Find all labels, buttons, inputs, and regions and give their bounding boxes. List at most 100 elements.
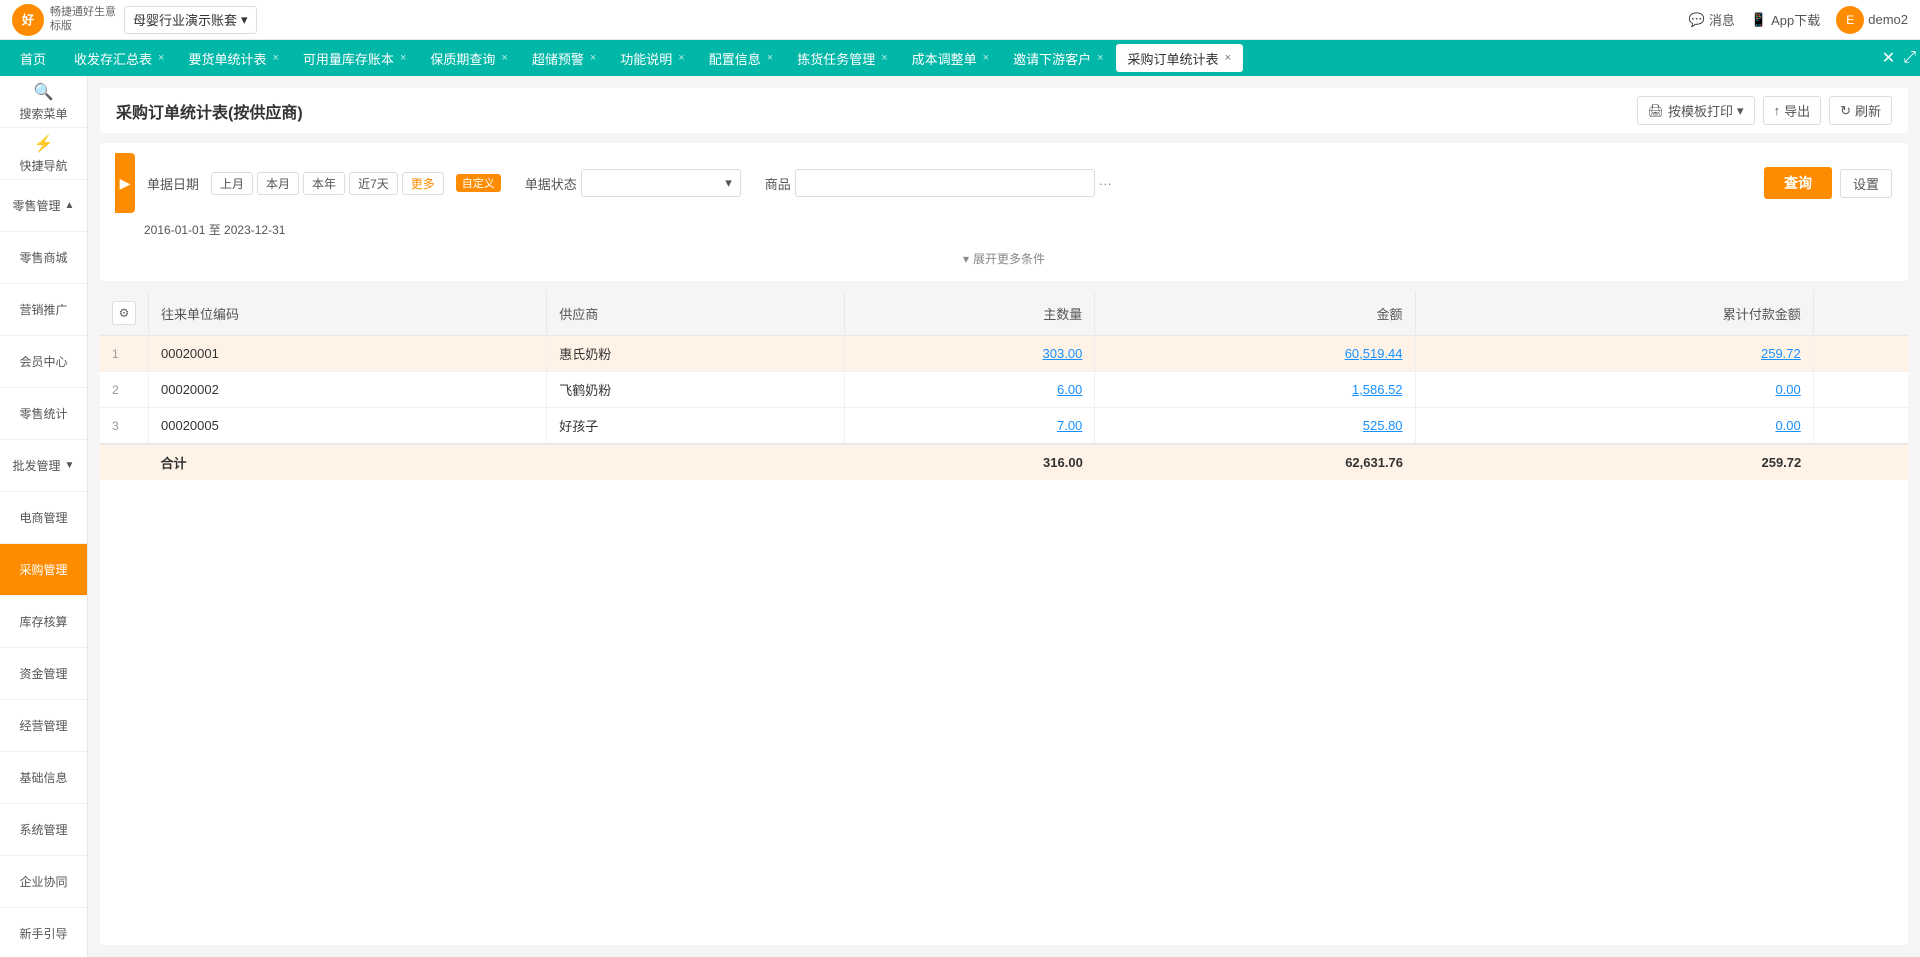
sidebar-item-purchase[interactable]: 采购管理 bbox=[0, 544, 87, 596]
cell-amount: 1,586.52 bbox=[1095, 372, 1415, 408]
print-button[interactable]: 🖨 按模板打印 ▾ bbox=[1637, 96, 1755, 125]
quicknav-icon: ⚡ bbox=[34, 134, 54, 154]
sidebar-item-inventory[interactable]: 库存核算 bbox=[0, 596, 87, 648]
tab-baozhi[interactable]: 保质期查询 × bbox=[418, 44, 519, 72]
tab-paihuorenwu[interactable]: 拣货任务管理 × bbox=[785, 44, 899, 72]
close-icon[interactable]: × bbox=[590, 52, 596, 64]
close-icon[interactable]: × bbox=[501, 52, 507, 64]
table-row: 3 00020005 好孩子 7.00 525.80 0.00 bbox=[100, 408, 1908, 445]
close-icon[interactable]: × bbox=[1097, 52, 1103, 64]
th-paid: 累计付款金额 bbox=[1415, 291, 1813, 336]
download-icon: 📱 bbox=[1751, 12, 1767, 28]
app-download-button[interactable]: 📱 App下载 bbox=[1751, 10, 1820, 29]
goods-more-icon[interactable]: ··· bbox=[1099, 176, 1112, 191]
custom-date-badge[interactable]: 自定义 bbox=[456, 174, 501, 192]
settings-button[interactable]: 设置 bbox=[1840, 169, 1892, 198]
th-unit-code: 往来单位编码 bbox=[149, 291, 547, 336]
query-button[interactable]: 查询 bbox=[1764, 167, 1832, 199]
cell-paid: 0.00 bbox=[1415, 372, 1813, 408]
tab-chaochupre[interactable]: 超储预警 × bbox=[520, 44, 608, 72]
tab-peizhi[interactable]: 配置信息 × bbox=[697, 44, 785, 72]
cell-amount: 525.80 bbox=[1095, 408, 1415, 445]
table-body: 1 00020001 惠氏奶粉 303.00 60,519.44 259.72 … bbox=[100, 336, 1908, 445]
tab-keyong[interactable]: 可用量库存账本 × bbox=[291, 44, 418, 72]
tab-home[interactable]: 首页 bbox=[4, 44, 62, 72]
close-icon[interactable]: × bbox=[272, 52, 278, 64]
sidebar-item-search[interactable]: 🔍 搜索菜单 bbox=[0, 76, 87, 128]
cell-index: 2 bbox=[100, 372, 149, 408]
sidebar-item-basic[interactable]: 基础信息 bbox=[0, 752, 87, 804]
cell-index: 1 bbox=[100, 336, 149, 372]
chevron-down-icon: ▾ bbox=[963, 252, 969, 266]
message-button[interactable]: 💬 消息 bbox=[1689, 10, 1735, 29]
expand-more-button[interactable]: ▾ 展开更多条件 bbox=[116, 246, 1892, 271]
nav-expand-icon[interactable]: ⤢ bbox=[1903, 49, 1916, 67]
tab-yaohuo[interactable]: 要货单统计表 × bbox=[176, 44, 290, 72]
sidebar-item-retail[interactable]: 零售管理 ▲ bbox=[0, 180, 87, 232]
sidebar-item-marketing[interactable]: 营销推广 bbox=[0, 284, 87, 336]
sidebar-item-finance[interactable]: 资金管理 bbox=[0, 648, 87, 700]
sidebar: 🔍 搜索菜单 ⚡ 快捷导航 零售管理 ▲ 零售商城 营销推广 会员中心 零售统计… bbox=[0, 76, 88, 957]
nav-close-icon[interactable]: ✕ bbox=[1882, 48, 1895, 68]
close-icon[interactable]: × bbox=[158, 52, 164, 64]
cell-empty bbox=[1813, 372, 1908, 408]
avatar-icon: E bbox=[1836, 6, 1864, 34]
user-avatar[interactable]: E demo2 bbox=[1836, 6, 1908, 34]
cell-amount: 60,519.44 bbox=[1095, 336, 1415, 372]
sidebar-item-member[interactable]: 会员中心 bbox=[0, 336, 87, 388]
refresh-button[interactable]: ↻ 刷新 bbox=[1829, 96, 1892, 125]
close-icon[interactable]: × bbox=[881, 52, 887, 64]
filter-row-1: ▶ 单据日期 上月 本月 本年 近7天 更多 自定义 单据状态 bbox=[116, 153, 1892, 213]
sidebar-item-wholesale[interactable]: 批发管理 ▼ bbox=[0, 440, 87, 492]
status-filter: 单据状态 ▾ bbox=[525, 169, 741, 197]
chevron-down-icon: ▾ bbox=[1737, 103, 1744, 119]
table-footer: 合计 316.00 62,631.76 259.72 bbox=[100, 444, 1908, 480]
chevron-up-icon: ▲ bbox=[65, 200, 75, 211]
nav-tabs: 首页 收发存汇总表 × 要货单统计表 × 可用量库存账本 × 保质期查询 × 超… bbox=[0, 40, 1920, 76]
close-icon[interactable]: × bbox=[983, 52, 989, 64]
export-button[interactable]: ↑ 导出 bbox=[1763, 96, 1822, 125]
printer-icon: 🖨 bbox=[1648, 103, 1665, 119]
cell-main-qty: 303.00 bbox=[844, 336, 1094, 372]
column-settings-button[interactable]: ⚙ bbox=[112, 301, 136, 325]
sidebar-item-retailstat[interactable]: 零售统计 bbox=[0, 388, 87, 440]
sidebar-item-newguide[interactable]: 新手引导 bbox=[0, 908, 87, 957]
close-icon[interactable]: × bbox=[400, 52, 406, 64]
search-icon: 🔍 bbox=[34, 82, 54, 102]
tab-yaoqingxia[interactable]: 邀请下游客户 × bbox=[1001, 44, 1115, 72]
date-btn-this-month[interactable]: 本月 bbox=[257, 172, 299, 195]
table-header-row: ⚙ 往来单位编码 供应商 主数量 金额 累计付款金额 bbox=[100, 291, 1908, 336]
close-icon[interactable]: × bbox=[678, 52, 684, 64]
data-table: ⚙ 往来单位编码 供应商 主数量 金额 累计付款金额 1 bbox=[100, 291, 1908, 480]
date-btn-last-month[interactable]: 上月 bbox=[211, 172, 253, 195]
top-bar-right: 💬 消息 📱 App下载 E demo2 bbox=[1689, 6, 1908, 34]
content-area: 采购订单统计表(按供应商) 🖨 按模板打印 ▾ ↑ 导出 ↻ 刷新 bbox=[88, 76, 1920, 957]
message-icon: 💬 bbox=[1689, 12, 1705, 28]
cell-empty bbox=[1813, 336, 1908, 372]
tab-shoufayue[interactable]: 收发存汇总表 × bbox=[62, 44, 176, 72]
goods-input[interactable] bbox=[795, 169, 1095, 197]
sidebar-item-retailmall[interactable]: 零售商城 bbox=[0, 232, 87, 284]
status-select[interactable]: ▾ bbox=[581, 169, 741, 197]
collapse-filter-button[interactable]: ▶ bbox=[115, 153, 135, 213]
tab-caigoutongji[interactable]: 采购订单统计表 × bbox=[1116, 44, 1243, 72]
sidebar-item-collab[interactable]: 企业协同 bbox=[0, 856, 87, 908]
date-btn-more[interactable]: 更多 bbox=[402, 172, 444, 195]
date-quick-buttons: 上月 本月 本年 近7天 更多 bbox=[211, 172, 444, 195]
footer-label: 合计 bbox=[149, 444, 547, 480]
tab-gongneng[interactable]: 功能说明 × bbox=[608, 44, 696, 72]
cell-unit-code: 00020005 bbox=[149, 408, 547, 445]
date-btn-this-year[interactable]: 本年 bbox=[303, 172, 345, 195]
sidebar-item-ecommerce[interactable]: 电商管理 bbox=[0, 492, 87, 544]
footer-empty-3 bbox=[1813, 444, 1908, 480]
sidebar-item-quicknav[interactable]: ⚡ 快捷导航 bbox=[0, 128, 87, 180]
workspace-selector[interactable]: 母婴行业演示账套 ▾ bbox=[124, 6, 257, 34]
close-icon[interactable]: × bbox=[767, 52, 773, 64]
date-btn-7days[interactable]: 近7天 bbox=[349, 172, 398, 195]
sidebar-item-operations[interactable]: 经营管理 bbox=[0, 700, 87, 752]
close-icon[interactable]: × bbox=[1225, 52, 1231, 64]
th-settings: ⚙ bbox=[100, 291, 149, 336]
sidebar-item-system[interactable]: 系统管理 bbox=[0, 804, 87, 856]
tab-chenben[interactable]: 成本调整单 × bbox=[900, 44, 1001, 72]
dropdown-icon: ▾ bbox=[725, 175, 732, 191]
